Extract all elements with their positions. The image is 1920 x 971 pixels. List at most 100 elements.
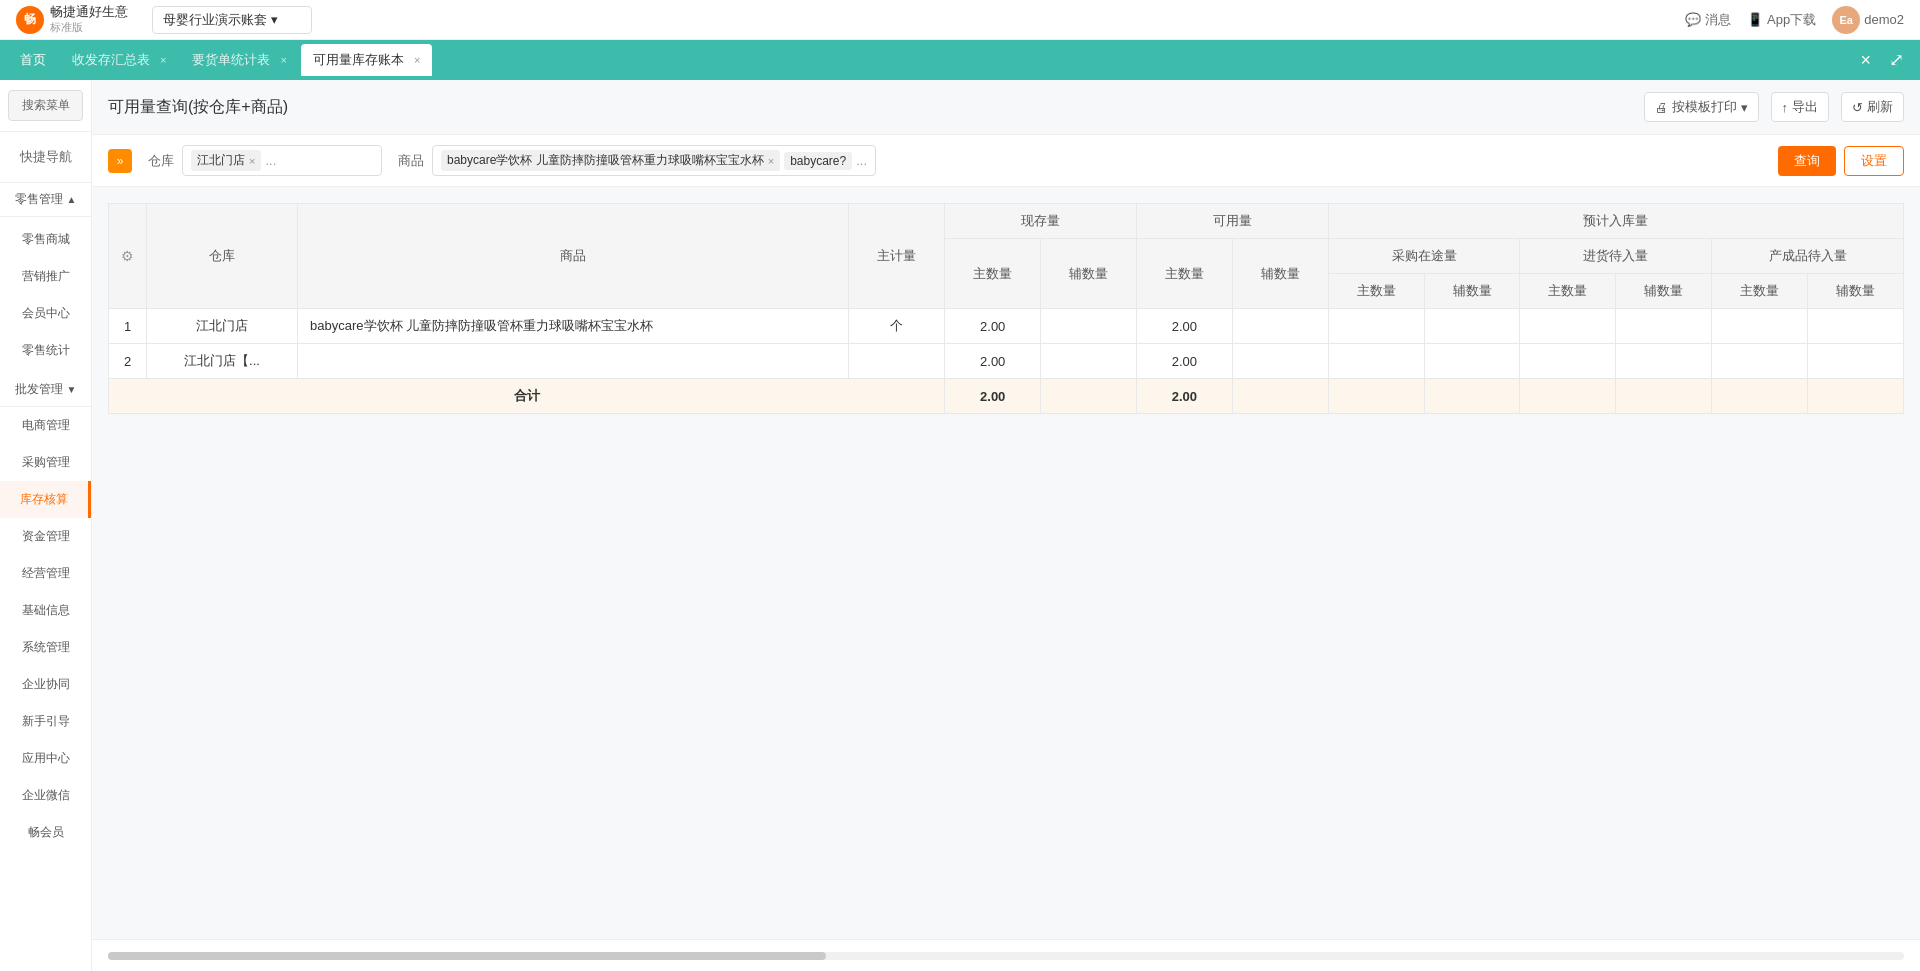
filter-bar: » 仓库 江北门店 × ... 商品 babycare学饮杯 儿童防摔防撞吸管杯… [92, 135, 1920, 187]
refresh-icon: ↺ [1852, 100, 1863, 115]
nav-expand-icon[interactable]: ⤢ [1881, 49, 1912, 71]
brand-name: 畅捷通好生意 [50, 4, 128, 20]
sidebar-item-purchase[interactable]: 采购管理 [0, 444, 91, 481]
col-estimated-in-header: 预计入库量 [1328, 204, 1903, 239]
sidebar-item-quick-nav[interactable]: 快捷导航 [0, 140, 91, 174]
sidebar-item-ecommerce[interactable]: 电商管理 [0, 407, 91, 444]
message-label: 消息 [1705, 11, 1731, 29]
settings-button[interactable]: 设置 [1844, 146, 1904, 176]
col-current-aux-header: 辅数量 [1041, 239, 1137, 309]
sidebar-item-new-guide-label: 新手引导 [22, 713, 70, 730]
search-menu-button[interactable]: 搜索菜单 [8, 90, 83, 121]
industry-label: 母婴行业演示账套 [163, 11, 267, 29]
table-area: ⚙ 仓库 商品 主计量 现存量 可用量 预计入库量 主数量 辅数量 主数量 辅数… [92, 187, 1920, 939]
tab-order-stats[interactable]: 要货单统计表 × [180, 44, 298, 76]
product-filter-input[interactable]: babycare学饮杯 儿童防摔防撞吸管杯重力球吸嘴杯宝宝水杯 × babyca… [432, 145, 876, 176]
industry-selector[interactable]: 母婴行业演示账套 ▾ [152, 6, 312, 34]
message-button[interactable]: 💬 消息 [1685, 11, 1731, 29]
industry-arrow-icon: ▾ [271, 12, 278, 27]
page-actions: 🖨 按模板打印 ▾ ↑ 导出 ↺ 刷新 [1644, 92, 1905, 122]
warehouse-more-icon[interactable]: ... [265, 153, 276, 168]
row-incoming-main [1520, 309, 1616, 344]
tab-order-stats-label: 要货单统计表 [192, 51, 270, 69]
sidebar-item-finance-label: 资金管理 [22, 528, 70, 545]
row-purchase-aux [1424, 344, 1520, 379]
filter-actions: 查询 设置 [1778, 146, 1904, 176]
sidebar-item-member[interactable]: 会员中心 [0, 295, 91, 332]
sidebar-item-marketing[interactable]: 营销推广 [0, 258, 91, 295]
scrollbar-thumb[interactable] [108, 952, 826, 960]
sidebar-item-new-guide[interactable]: 新手引导 [0, 703, 91, 740]
row-product: babycare学饮杯 儿童防摔防撞吸管杯重力球吸嘴杯宝宝水杯 [298, 309, 849, 344]
app-download-button[interactable]: 📱 App下载 [1747, 11, 1816, 29]
sidebar-item-vip-member[interactable]: 畅会员 [0, 814, 91, 851]
sidebar-item-retail-stats-label: 零售统计 [22, 342, 70, 359]
user-profile[interactable]: Ea demo2 [1832, 6, 1904, 34]
close-all-tabs-button[interactable]: × [1852, 50, 1879, 71]
tab-receive-summary[interactable]: 收发存汇总表 × [60, 44, 178, 76]
sidebar-item-operations-label: 经营管理 [22, 565, 70, 582]
warehouse-tag-remove[interactable]: × [249, 155, 255, 167]
mobile-icon: 📱 [1747, 12, 1763, 27]
row-current-main: 2.00 [945, 344, 1041, 379]
total-finished-aux [1808, 379, 1904, 414]
tab-available-stock-close[interactable]: × [414, 54, 420, 66]
row-incoming-aux [1616, 309, 1712, 344]
query-button[interactable]: 查询 [1778, 146, 1836, 176]
row-available-main: 2.00 [1137, 344, 1233, 379]
sidebar-item-enterprise[interactable]: 企业协同 [0, 666, 91, 703]
sidebar-quick-nav: 快捷导航 [0, 132, 91, 183]
total-incoming-main [1520, 379, 1616, 414]
avatar: Ea [1832, 6, 1860, 34]
sidebar-section-retail: 零售商城 营销推广 会员中心 零售统计 [0, 217, 91, 373]
sidebar-item-retail-stats[interactable]: 零售统计 [0, 332, 91, 369]
sidebar-item-wholesale-mgmt[interactable]: 批发管理 ▼ [0, 373, 91, 406]
sidebar-item-system[interactable]: 系统管理 [0, 629, 91, 666]
tab-order-stats-close[interactable]: × [280, 54, 286, 66]
sidebar-item-retail-mgmt-label: 零售管理 [15, 191, 63, 208]
total-finished-main [1712, 379, 1808, 414]
sidebar-item-operations[interactable]: 经营管理 [0, 555, 91, 592]
refresh-button[interactable]: ↺ 刷新 [1841, 92, 1904, 122]
top-bar-right: 💬 消息 📱 App下载 Ea demo2 [1685, 6, 1904, 34]
refresh-label: 刷新 [1867, 98, 1893, 116]
message-icon: 💬 [1685, 12, 1701, 27]
print-arrow-icon: ▾ [1741, 100, 1748, 115]
tab-home[interactable]: 首页 [8, 44, 58, 76]
app-download-label: App下载 [1767, 11, 1816, 29]
sidebar-group-wholesale: 批发管理 ▼ [0, 373, 91, 407]
product-tag-0: babycare学饮杯 儿童防摔防撞吸管杯重力球吸嘴杯宝宝水杯 × [441, 150, 780, 171]
sidebar-item-retail-mgmt-arrow: ▲ [67, 194, 77, 205]
col-incoming-main-header: 主数量 [1520, 274, 1616, 309]
data-table: ⚙ 仓库 商品 主计量 现存量 可用量 预计入库量 主数量 辅数量 主数量 辅数… [108, 203, 1904, 414]
filter-toggle-button[interactable]: » [108, 149, 132, 173]
tab-receive-summary-close[interactable]: × [160, 54, 166, 66]
sidebar-item-inventory[interactable]: 库存核算 [0, 481, 91, 518]
print-template-button[interactable]: 🖨 按模板打印 ▾ [1644, 92, 1759, 122]
sidebar-item-finance[interactable]: 资金管理 [0, 518, 91, 555]
tab-available-stock[interactable]: 可用量库存账本 × [301, 44, 432, 76]
row-warehouse: 江北门店【... [147, 344, 298, 379]
total-purchase-aux [1424, 379, 1520, 414]
total-current-main: 2.00 [945, 379, 1041, 414]
horizontal-scrollbar[interactable] [108, 952, 1904, 960]
sidebar-item-retail-mgmt[interactable]: 零售管理 ▲ [0, 183, 91, 216]
sidebar-item-wholesale-arrow: ▼ [67, 384, 77, 395]
row-finished-main [1712, 344, 1808, 379]
row-current-aux [1041, 344, 1137, 379]
row-finished-aux [1808, 309, 1904, 344]
page-header: 可用量查询(按仓库+商品) 🖨 按模板打印 ▾ ↑ 导出 ↺ 刷新 [92, 80, 1920, 135]
warehouse-filter-input[interactable]: 江北门店 × ... [182, 145, 382, 176]
settings-icon[interactable]: ⚙ [121, 248, 134, 264]
sidebar-item-retail-mall[interactable]: 零售商城 [0, 221, 91, 258]
export-button[interactable]: ↑ 导出 [1771, 92, 1830, 122]
sidebar-item-ecommerce-label: 电商管理 [22, 417, 70, 434]
sidebar-item-app-center[interactable]: 应用中心 [0, 740, 91, 777]
export-icon: ↑ [1782, 100, 1789, 115]
row-unit: 个 [849, 309, 945, 344]
sidebar-item-basic-info[interactable]: 基础信息 [0, 592, 91, 629]
product-tag-remove-0[interactable]: × [768, 155, 774, 167]
total-label-cell: 合计 [109, 379, 945, 414]
product-more-icon[interactable]: ... [856, 153, 867, 168]
sidebar-item-enterprise-wechat[interactable]: 企业微信 [0, 777, 91, 814]
